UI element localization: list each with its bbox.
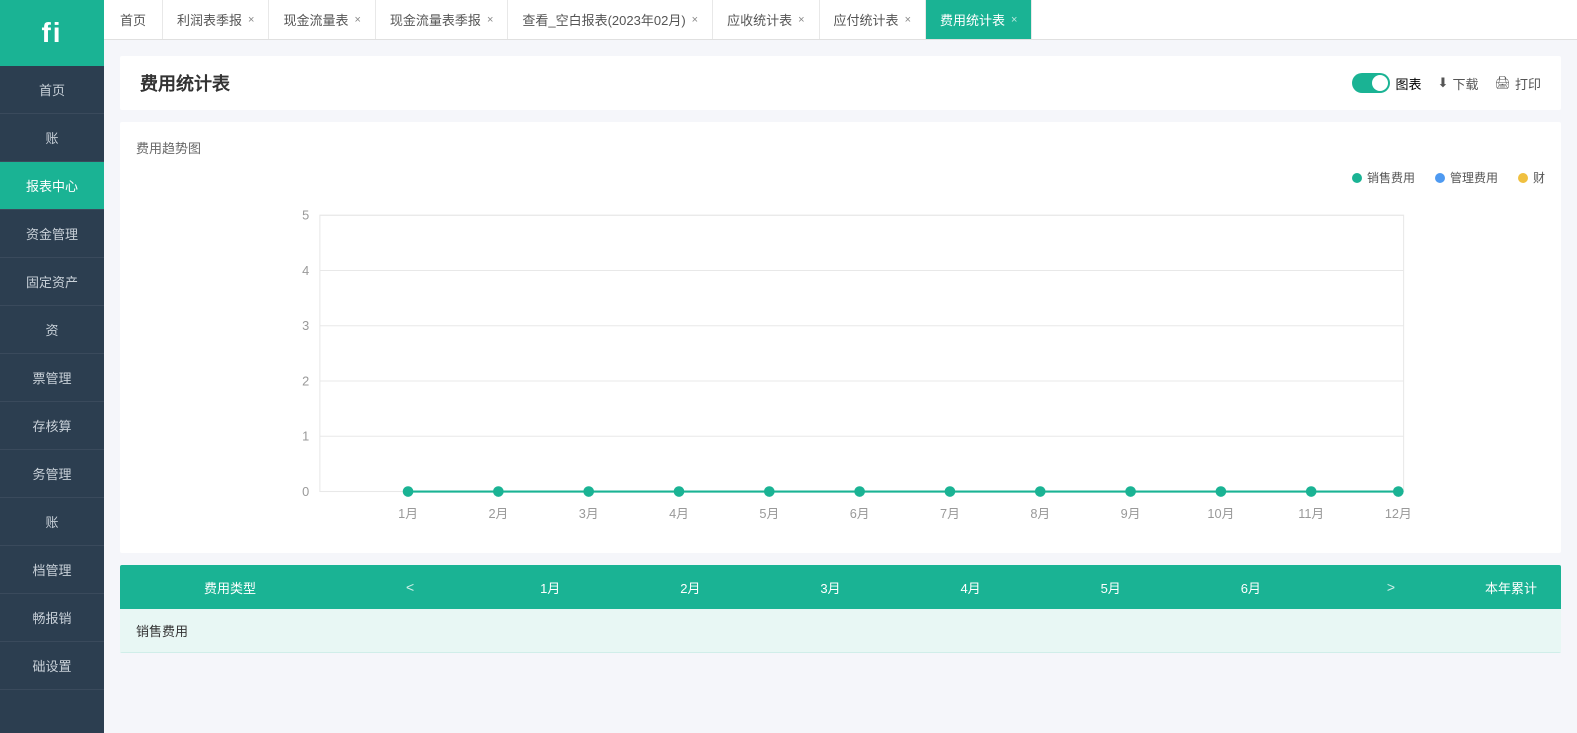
svg-text:11月: 11月 xyxy=(1298,506,1324,521)
svg-text:9月: 9月 xyxy=(1121,506,1141,521)
sidebar-item-tickets[interactable]: 票管理 xyxy=(0,354,104,402)
header-actions: 图表 ⬇ 下载 🖨 打印 xyxy=(1352,73,1541,93)
sidebar-item-inventory[interactable]: 存核算 xyxy=(0,402,104,450)
legend-dot-finance xyxy=(1518,173,1528,183)
sidebar-item-funds[interactable]: 资金管理 xyxy=(0,210,104,258)
sidebar-item-services[interactable]: 务管理 xyxy=(0,450,104,498)
tab-home[interactable]: 首页 xyxy=(104,0,163,40)
th-month-1: 1月 xyxy=(480,578,620,597)
svg-text:8月: 8月 xyxy=(1030,506,1050,521)
chart-legend: 销售费用 管理费用 财 xyxy=(136,169,1545,186)
svg-text:2: 2 xyxy=(302,373,309,388)
sidebar-item-reports[interactable]: 报表中心 xyxy=(0,162,104,210)
prev-arrow-icon[interactable]: < xyxy=(406,579,414,595)
sidebar: fi 首页 账 报表中心 资金管理 固定资产 资 票管理 存核算 务管理 账 档… xyxy=(0,0,104,733)
th-month-5: 5月 xyxy=(1041,578,1181,597)
chart-title: 费用趋势图 xyxy=(136,138,1545,157)
download-icon: ⬇ xyxy=(1438,75,1449,91)
th-month-6: 6月 xyxy=(1181,578,1321,597)
svg-text:4: 4 xyxy=(302,263,309,278)
content-area: 费用统计表 图表 ⬇ 下载 🖨 打印 费用趋势图 xyxy=(104,40,1577,733)
download-button[interactable]: ⬇ 下载 xyxy=(1438,74,1479,93)
svg-text:2月: 2月 xyxy=(488,506,508,521)
chart-toggle-wrap: 图表 xyxy=(1352,73,1422,93)
main-area: 首页 利润表季报 × 现金流量表 × 现金流量表季报 × 查看_空白报表(202… xyxy=(104,0,1577,733)
chart-section: 费用趋势图 销售费用 管理费用 财 xyxy=(120,122,1561,553)
trend-chart: 5 4 3 2 1 0 1月 2月 3月 4月 5月 6月 7月 8月 9月 xyxy=(136,194,1545,534)
svg-text:1: 1 xyxy=(302,429,309,444)
th-month-3: 3月 xyxy=(760,578,900,597)
sidebar-item-assets[interactable]: 固定资产 xyxy=(0,258,104,306)
tab-cashflow[interactable]: 现金流量表 × xyxy=(269,0,375,40)
sidebar-item-archives[interactable]: 档管理 xyxy=(0,546,104,594)
svg-text:4月: 4月 xyxy=(669,506,689,521)
svg-text:10月: 10月 xyxy=(1207,506,1234,521)
legend-label-sales: 销售费用 xyxy=(1367,169,1415,186)
chart-toggle[interactable] xyxy=(1352,73,1390,93)
svg-text:12月: 12月 xyxy=(1385,506,1412,521)
sidebar-item-expense[interactable]: 畅报销 xyxy=(0,594,104,642)
tab-receivable[interactable]: 应收统计表 × xyxy=(713,0,819,40)
tab-close-payable[interactable]: × xyxy=(905,14,911,26)
tab-bar: 首页 利润表季报 × 现金流量表 × 现金流量表季报 × 查看_空白报表(202… xyxy=(104,0,1577,40)
sidebar-logo: fi xyxy=(0,0,104,66)
page-title: 费用统计表 xyxy=(140,70,230,96)
legend-label-finance: 财 xyxy=(1533,169,1545,186)
th-month-2: 2月 xyxy=(620,578,760,597)
sidebar-item-resources[interactable]: 资 xyxy=(0,306,104,354)
svg-text:5月: 5月 xyxy=(759,506,779,521)
tab-cashflow-q[interactable]: 现金流量表季报 × xyxy=(376,0,508,40)
legend-dot-admin xyxy=(1435,173,1445,183)
tab-close-profit[interactable]: × xyxy=(248,14,254,26)
legend-admin: 管理费用 xyxy=(1435,169,1498,186)
legend-dot-sales xyxy=(1352,173,1362,183)
svg-text:7月: 7月 xyxy=(940,506,960,521)
svg-text:0: 0 xyxy=(302,484,309,499)
tab-close-cashflow-q[interactable]: × xyxy=(487,14,493,26)
th-next-nav[interactable]: > xyxy=(1321,579,1461,595)
th-month-4: 4月 xyxy=(901,578,1041,597)
tab-close-receivable[interactable]: × xyxy=(798,14,804,26)
sidebar-item-home[interactable]: 首页 xyxy=(0,66,104,114)
th-prev-nav[interactable]: < xyxy=(340,579,480,595)
sidebar-item-account[interactable]: 账 xyxy=(0,114,104,162)
page-header: 费用统计表 图表 ⬇ 下载 🖨 打印 xyxy=(120,56,1561,110)
table-header: 费用类型 < 1月 2月 3月 4月 5月 6月 > 本年累计 xyxy=(120,565,1561,609)
tab-expense-stats[interactable]: 费用统计表 × xyxy=(926,0,1032,40)
chart-toggle-label: 图表 xyxy=(1396,74,1422,93)
svg-text:5: 5 xyxy=(302,208,309,223)
tab-payable[interactable]: 应付统计表 × xyxy=(820,0,926,40)
sidebar-item-settings[interactable]: 础设置 xyxy=(0,642,104,690)
tab-close-cashflow[interactable]: × xyxy=(354,14,360,26)
print-icon: 🖨 xyxy=(1494,75,1511,91)
print-button[interactable]: 🖨 打印 xyxy=(1494,74,1541,93)
tab-close-blank[interactable]: × xyxy=(692,14,698,26)
sidebar-item-ledger[interactable]: 账 xyxy=(0,498,104,546)
expense-table: 费用类型 < 1月 2月 3月 4月 5月 6月 > 本年累计 销售费用 xyxy=(120,565,1561,653)
tab-profit[interactable]: 利润表季报 × xyxy=(163,0,269,40)
svg-text:3: 3 xyxy=(302,318,309,333)
svg-text:3月: 3月 xyxy=(579,506,599,521)
td-expense-type: 销售费用 xyxy=(120,621,340,640)
legend-sales: 销售费用 xyxy=(1352,169,1415,186)
th-yearly-total: 本年累计 xyxy=(1461,578,1561,597)
tab-close-expense[interactable]: × xyxy=(1011,14,1017,26)
svg-text:6月: 6月 xyxy=(850,506,870,521)
svg-text:1月: 1月 xyxy=(398,506,418,521)
tab-blank-report[interactable]: 查看_空白报表(2023年02月) × xyxy=(508,0,713,40)
th-expense-type: 费用类型 xyxy=(120,578,340,597)
table-body: 销售费用 xyxy=(120,609,1561,653)
next-arrow-icon[interactable]: > xyxy=(1387,579,1395,595)
legend-label-admin: 管理费用 xyxy=(1450,169,1498,186)
table-row: 销售费用 xyxy=(120,609,1561,653)
legend-finance: 财 xyxy=(1518,169,1545,186)
